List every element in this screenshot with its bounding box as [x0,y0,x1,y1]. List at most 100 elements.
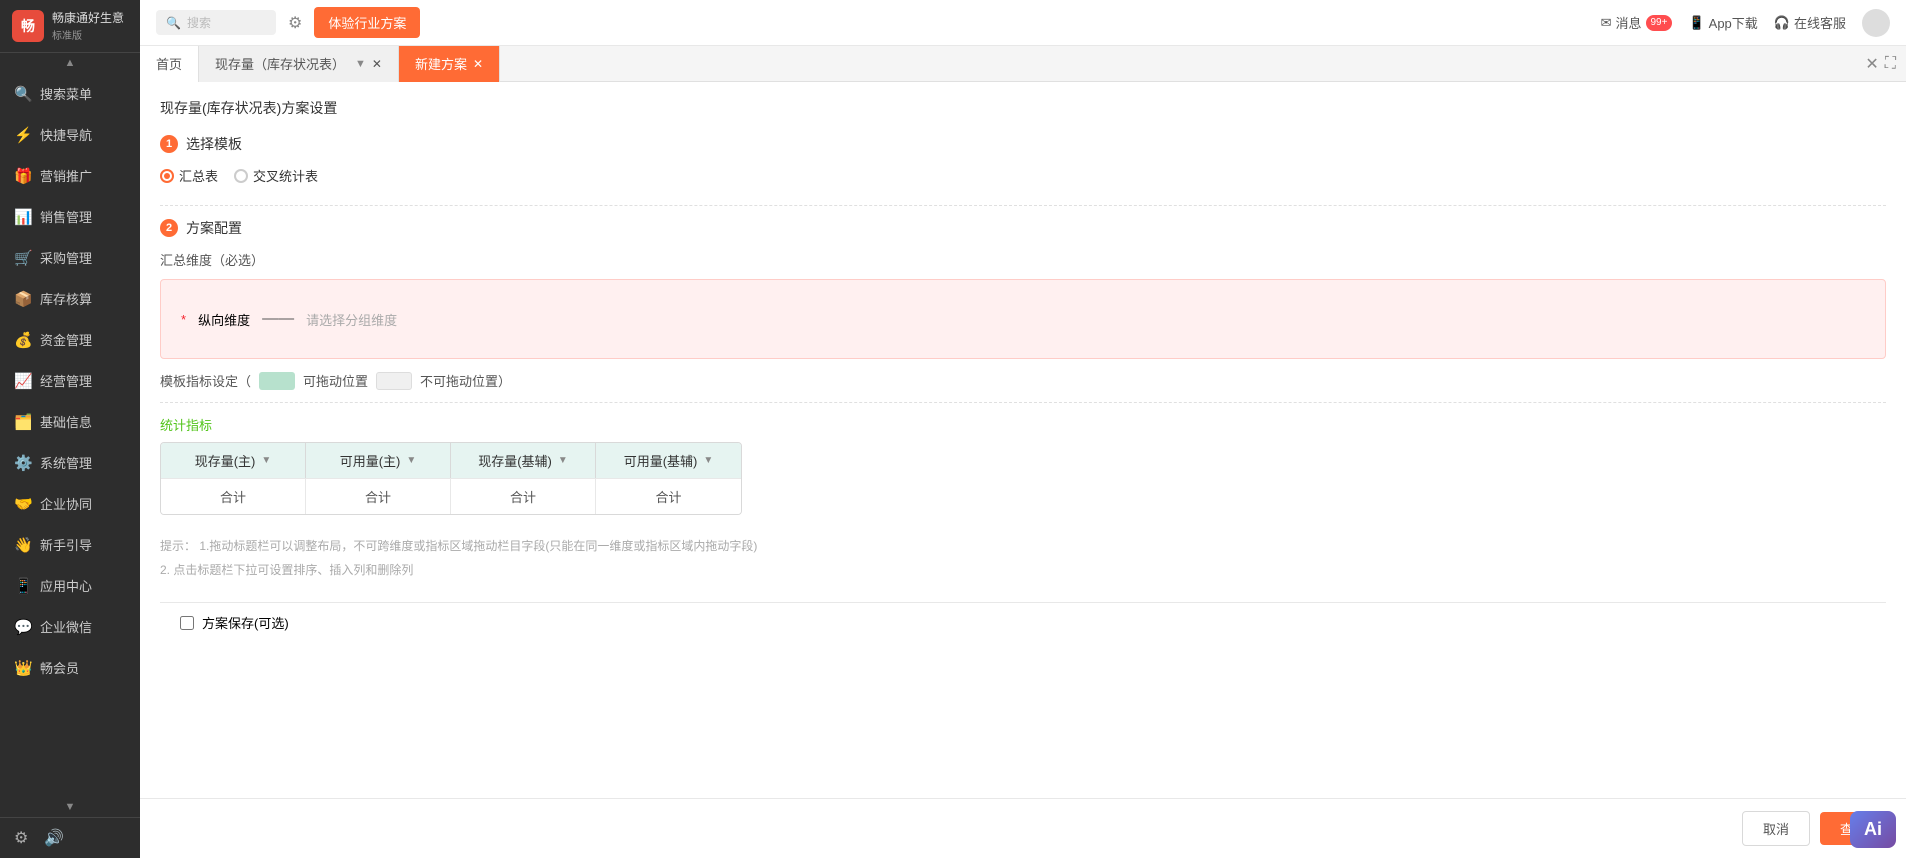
tab-new-plan-close-icon[interactable]: ✕ [473,57,483,71]
messages-group[interactable]: ✉ 消息 99+ [1601,13,1673,32]
sidebar-item-sales[interactable]: 📊 销售管理 [0,196,140,237]
trending-icon: 📈 [14,372,32,390]
panel-close-icon[interactable]: ✕ [1865,54,1878,74]
header-search[interactable]: 🔍 搜索 [156,10,276,35]
sidebar-item-inventory[interactable]: 📦 库存核算 [0,278,140,319]
sidebar-item-finance[interactable]: 💰 资金管理 [0,319,140,360]
sidebar-item-wechat[interactable]: 💬 企业微信 [0,606,140,647]
sidebar-item-label: 快捷导航 [40,125,92,144]
main-area: 🔍 搜索 ⚙ 体验行业方案 ✉ 消息 99+ 📱 App下载 🎧 在线客服 [140,0,1906,858]
sidebar-item-label: 搜索菜单 [40,84,92,103]
online-service-label: 在线客服 [1794,13,1846,32]
app-download-group[interactable]: 📱 App下载 [1688,13,1757,32]
search-icon: 🔍 [166,16,181,30]
app-edition: 标准版 [52,27,124,42]
sidebar-item-purchase[interactable]: 🛒 采购管理 [0,237,140,278]
sidebar-item-cooperation[interactable]: 🤝 企业协同 [0,483,140,524]
sidebar-item-quick-nav[interactable]: ⚡ 快捷导航 [0,114,140,155]
stats-header-current-base[interactable]: 现存量(基辅) ▼ [451,443,596,478]
header-left: 🔍 搜索 ⚙ 体验行业方案 [156,7,420,38]
col-current-main-label: 现存量(主) [195,451,256,470]
folder-icon: 🗂️ [14,413,32,431]
tab-inventory-status[interactable]: 现存量（库存状况表） ▼ ✕ [199,46,399,82]
col-available-main-label: 可用量(主) [340,451,401,470]
sidebar-item-label: 系统管理 [40,453,92,472]
crown-icon: 👑 [14,659,32,677]
unmovable-label: 不可拖动位置） [420,371,511,390]
sidebar-item-search[interactable]: 🔍 搜索菜单 [0,73,140,114]
message-icon: ✉ [1601,15,1612,31]
tip-1: 提示： 1.拖动标题栏可以调整布局，不可跨维度或指标区域拖动栏目字段(只能在同一… [160,534,1886,558]
sidebar-item-label: 采购管理 [40,248,92,267]
section-choose-template: 1 选择模板 汇总表 交叉统计表 [160,134,1886,185]
col-dropdown-icon[interactable]: ▼ [558,455,568,466]
section-divider-2 [160,402,1886,403]
messages-label: 消息 [1615,13,1641,32]
flash-icon: ⚡ [14,126,32,144]
sidebar-item-basic-info[interactable]: 🗂️ 基础信息 [0,401,140,442]
stats-header-available-main[interactable]: 可用量(主) ▼ [306,443,451,478]
sidebar-item-label: 畅会员 [40,658,79,677]
panel-expand-icon[interactable]: ⛶ [1885,55,1896,73]
top-header: 🔍 搜索 ⚙ 体验行业方案 ✉ 消息 99+ 📱 App下载 🎧 在线客服 [140,0,1906,46]
sidebar-item-marketing[interactable]: 🎁 营销推广 [0,155,140,196]
wave-icon: 👋 [14,536,32,554]
sidebar-item-label: 经营管理 [40,371,92,390]
sidebar-item-newbie[interactable]: 👋 新手引导 [0,524,140,565]
radio-summary-circle [160,169,174,183]
stats-table: 现存量(主) ▼ 可用量(主) ▼ 现存量(基辅) ▼ 可用量(基辅) [160,442,742,515]
stats-header-row: 现存量(主) ▼ 可用量(主) ▼ 现存量(基辅) ▼ 可用量(基辅) [161,443,741,478]
ai-badge[interactable]: Ai [1850,811,1896,848]
cell-subtotal-3: 合计 [451,479,596,514]
col-dropdown-icon[interactable]: ▼ [261,455,271,466]
online-service-group[interactable]: 🎧 在线客服 [1774,13,1846,32]
movable-label: 可拖动位置 [303,371,368,390]
trial-btn[interactable]: 体验行业方案 [314,7,420,38]
page-content: 现存量(库存状况表)方案设置 1 选择模板 汇总表 交叉统计表 [140,82,1906,798]
sidebar-scroll-up[interactable]: ▲ [0,53,140,73]
dimension-area[interactable]: * 纵向维度 —— 请选择分组维度 [160,279,1886,359]
app-logo: 畅 畅康通好生意 标准版 [0,0,140,53]
col-dropdown-icon[interactable]: ▼ [703,455,713,466]
template-radio-group: 汇总表 交叉统计表 [160,166,1886,185]
section2-num: 2 [160,219,178,237]
stats-header-current-main[interactable]: 现存量(主) ▼ [161,443,306,478]
gift-icon: 🎁 [14,167,32,185]
sidebar-item-operations[interactable]: 📈 经营管理 [0,360,140,401]
search-icon: 🔍 [14,85,32,103]
sidebar-item-system[interactable]: ⚙️ 系统管理 [0,442,140,483]
tab-home[interactable]: 首页 [140,46,199,82]
app-download-label: App下载 [1709,13,1758,32]
sidebar-item-label: 资金管理 [40,330,92,349]
user-avatar[interactable] [1862,9,1890,37]
stats-header-available-base[interactable]: 可用量(基辅) ▼ [596,443,741,478]
tab-new-plan[interactable]: 新建方案 ✕ [399,46,500,82]
speaker-icon[interactable]: 🔊 [44,828,64,848]
radio-cross[interactable]: 交叉统计表 [234,166,318,185]
sidebar-footer: ⚙ 🔊 [0,817,140,858]
settings-icon[interactable]: ⚙ [14,828,28,848]
cancel-button[interactable]: 取消 [1742,811,1810,846]
col-current-base-label: 现存量(基辅) [478,451,552,470]
money-icon: 💰 [14,331,32,349]
tips-section: 提示： 1.拖动标题栏可以调整布局，不可跨维度或指标区域拖动栏目字段(只能在同一… [160,534,1886,582]
tab-inventory-close-icon[interactable]: ✕ [372,57,382,71]
settings-gear-icon[interactable]: ⚙ [288,13,302,33]
gear-icon: ⚙️ [14,454,32,472]
section-divider-1 [160,205,1886,206]
dim-arrow: —— [262,310,294,328]
sidebar-scroll-down[interactable]: ▼ [0,797,140,817]
col-dropdown-icon[interactable]: ▼ [406,455,416,466]
radio-cross-label: 交叉统计表 [253,166,318,185]
action-bar: 取消 查询 [140,798,1906,858]
col-available-base-label: 可用量(基辅) [624,451,698,470]
chevron-down-icon: ▼ [355,58,366,70]
sidebar-item-app-center[interactable]: 📱 应用中心 [0,565,140,606]
stats-body-row: 合计 合计 合计 合计 [161,478,741,514]
sidebar-item-label: 新手引导 [40,535,92,554]
sidebar-item-label: 库存核算 [40,289,92,308]
radio-summary[interactable]: 汇总表 [160,166,218,185]
save-checkbox[interactable] [180,616,194,630]
page-title: 现存量(库存状况表)方案设置 [160,98,1886,118]
sidebar-item-member[interactable]: 👑 畅会员 [0,647,140,688]
